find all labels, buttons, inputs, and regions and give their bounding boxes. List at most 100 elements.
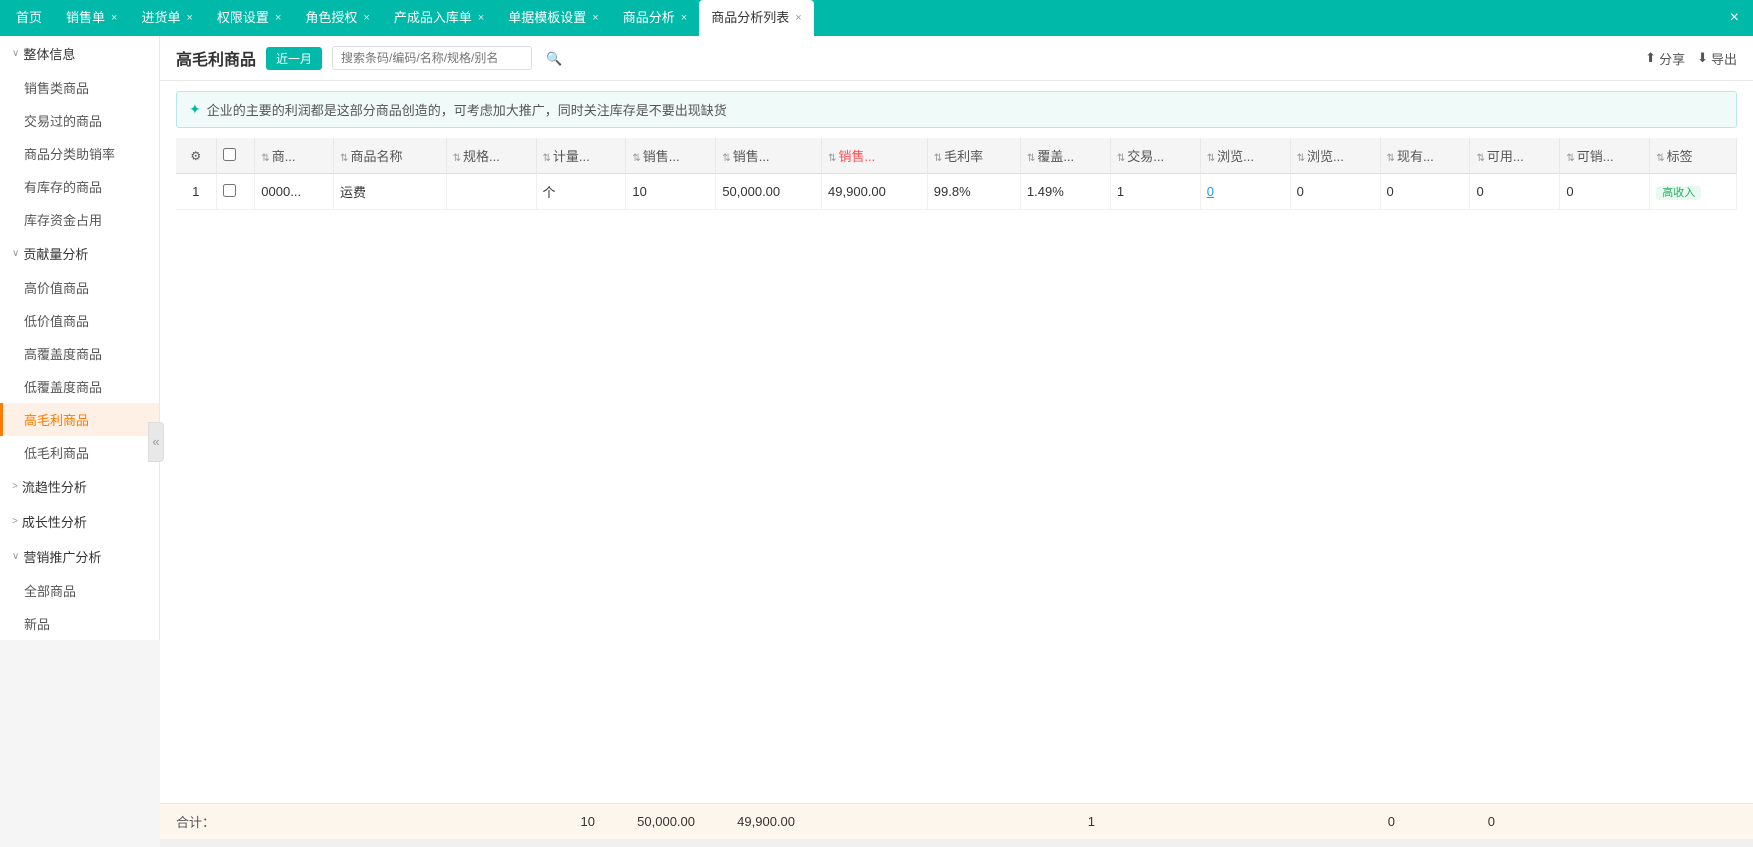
sidebar-item-high-margin[interactable]: 高毛利商品 xyxy=(0,403,159,436)
sidebar-group-trend[interactable]: > 流趋性分析 xyxy=(0,469,159,504)
sidebar-group-overall[interactable]: ∨ 整体信息 xyxy=(0,36,159,71)
close-product-inbound-tab[interactable]: × xyxy=(478,0,484,36)
sidebar-item-low-margin[interactable]: 低毛利商品 xyxy=(0,436,159,469)
footer-sales-amount: 50,000.00 xyxy=(615,814,695,829)
sidebar-group-marketing[interactable]: ∨ 营销推广分析 xyxy=(0,539,159,574)
col-gross-margin[interactable]: ⇅毛利率 xyxy=(927,138,1020,174)
col-sales-profit[interactable]: ⇅销售... xyxy=(822,138,928,174)
sidebar-item-all-goods[interactable]: 全部商品 xyxy=(0,574,159,607)
share-icon: ⬆ xyxy=(1645,50,1656,66)
sidebar-item-in-stock[interactable]: 有库存的商品 xyxy=(0,170,159,203)
col-sales-qty[interactable]: ⇅销售... xyxy=(626,138,716,174)
content-header: 高毛利商品 近一月 🔍 ⬆ 分享 ⬇ 导出 xyxy=(160,36,1753,81)
row-num: 1 xyxy=(176,174,216,210)
close-analysis-tab[interactable]: × xyxy=(681,0,687,36)
col-unit[interactable]: ⇅计量... xyxy=(536,138,626,174)
search-button[interactable]: 🔍 xyxy=(542,48,566,69)
table-container: ⚙ ⇅商... ⇅商品名称 ⇅规格... ⇅计量... ⇅销售... ⇅销售..… xyxy=(160,138,1753,803)
row-sales-qty: 10 xyxy=(626,174,716,210)
col-spec[interactable]: ⇅规格... xyxy=(446,138,536,174)
share-button[interactable]: ⬆ 分享 xyxy=(1645,49,1685,68)
row-available-stock: 0 xyxy=(1470,174,1560,210)
arrow-growth: > xyxy=(12,516,18,527)
close-purchase-tab[interactable]: × xyxy=(186,0,192,36)
export-button[interactable]: ⬇ 导出 xyxy=(1697,49,1737,68)
export-icon: ⬇ xyxy=(1697,50,1708,66)
top-nav: 首页 销售单 × 进货单 × 权限设置 × 角色授权 × 产成品入库单 × 单据… xyxy=(0,0,1753,36)
footer-totals-bar: 合计： 10 50,000.00 49,900.00 1 0 0 xyxy=(160,803,1753,839)
close-role-tab[interactable]: × xyxy=(363,0,369,36)
nav-tab-permission[interactable]: 权限设置 × xyxy=(205,0,293,36)
nav-tab-analysis-list[interactable]: 商品分析列表 × xyxy=(699,0,813,36)
row-views1[interactable]: 0 xyxy=(1200,174,1290,210)
close-sales-tab[interactable]: × xyxy=(111,0,117,36)
arrow-overall: ∨ xyxy=(12,48,19,59)
close-permission-tab[interactable]: × xyxy=(275,0,281,36)
sidebar: ∨ 整体信息 销售类商品 交易过的商品 商品分类助销率 有库存的商品 库存资金占… xyxy=(0,36,160,640)
col-transaction[interactable]: ⇅交易... xyxy=(1110,138,1200,174)
window-close-button[interactable]: × xyxy=(1720,9,1749,27)
nav-tab-sales[interactable]: 销售单 × xyxy=(54,0,129,36)
nav-tab-product-inbound[interactable]: 产成品入库单 × xyxy=(382,0,496,36)
table-header-row: ⚙ ⇅商... ⇅商品名称 ⇅规格... ⇅计量... ⇅销售... ⇅销售..… xyxy=(176,138,1737,174)
col-tag[interactable]: ⇅标签 xyxy=(1650,138,1737,174)
nav-tab-purchase[interactable]: 进货单 × xyxy=(129,0,204,36)
footer-transaction: 1 xyxy=(1015,814,1095,829)
close-template-tab[interactable]: × xyxy=(592,0,598,36)
col-coverage[interactable]: ⇅覆盖... xyxy=(1020,138,1110,174)
row-gross-margin: 99.8% xyxy=(927,174,1020,210)
row-unit: 个 xyxy=(536,174,626,210)
row-sales-profit: 49,900.00 xyxy=(822,174,928,210)
search-icon: 🔍 xyxy=(546,51,562,66)
sidebar-item-stock-capital[interactable]: 库存资金占用 xyxy=(0,203,159,236)
col-sales-amount[interactable]: ⇅销售... xyxy=(716,138,822,174)
filter-month-button[interactable]: 近一月 xyxy=(266,47,322,70)
col-sellable-stock[interactable]: ⇅可销... xyxy=(1560,138,1650,174)
sidebar-item-low-value[interactable]: 低价值商品 xyxy=(0,304,159,337)
nav-tab-role[interactable]: 角色授权 × xyxy=(293,0,381,36)
col-available-stock[interactable]: ⇅可用... xyxy=(1470,138,1560,174)
row-current-stock: 0 xyxy=(1380,174,1470,210)
row-checkbox[interactable] xyxy=(216,174,255,210)
col-views2[interactable]: ⇅浏览... xyxy=(1290,138,1380,174)
sidebar-item-new-goods[interactable]: 新品 xyxy=(0,607,159,640)
select-all-checkbox[interactable] xyxy=(223,148,236,161)
info-icon: ✦ xyxy=(189,101,201,118)
row-transaction: 1 xyxy=(1110,174,1200,210)
horizontal-scrollbar[interactable] xyxy=(160,839,1753,847)
sidebar-item-high-coverage[interactable]: 高覆盖度商品 xyxy=(0,337,159,370)
col-settings[interactable]: ⚙ xyxy=(176,138,216,174)
sidebar-group-growth[interactable]: > 成长性分析 xyxy=(0,504,159,539)
footer-current-stock: 0 xyxy=(1315,814,1395,829)
arrow-contribution: ∨ xyxy=(12,248,19,259)
nav-tab-template[interactable]: 单据模板设置 × xyxy=(496,0,610,36)
sidebar-item-sales-goods[interactable]: 销售类商品 xyxy=(0,71,159,104)
header-actions: ⬆ 分享 ⬇ 导出 xyxy=(1645,49,1737,68)
sidebar-item-low-coverage[interactable]: 低覆盖度商品 xyxy=(0,370,159,403)
col-code[interactable]: ⇅商... xyxy=(255,138,334,174)
col-views1[interactable]: ⇅浏览... xyxy=(1200,138,1290,174)
main-area: ∨ 整体信息 销售类商品 交易过的商品 商品分类助销率 有库存的商品 库存资金占… xyxy=(0,36,1753,847)
footer-label: 合计： xyxy=(176,812,215,831)
col-name[interactable]: ⇅商品名称 xyxy=(334,138,447,174)
sidebar-collapse-button[interactable]: « xyxy=(148,422,164,462)
footer-available-stock: 0 xyxy=(1415,814,1495,829)
sidebar-item-category-rate[interactable]: 商品分类助销率 xyxy=(0,137,159,170)
content-panel: 高毛利商品 近一月 🔍 ⬆ 分享 ⬇ 导出 ✦ 企业的主要的利润都是这部分商品创… xyxy=(160,36,1753,847)
search-input[interactable] xyxy=(332,46,532,70)
col-current-stock[interactable]: ⇅现有... xyxy=(1380,138,1470,174)
nav-tab-analysis[interactable]: 商品分析 × xyxy=(611,0,699,36)
arrow-marketing: ∨ xyxy=(12,551,19,562)
row-sellable-stock: 0 xyxy=(1560,174,1650,210)
footer-sales-qty: 10 xyxy=(515,814,595,829)
row-spec xyxy=(446,174,536,210)
table-row: 1 0000... 运费 个 10 50,000.00 49,900.00 99… xyxy=(176,174,1737,210)
row-code[interactable]: 0000... xyxy=(255,174,334,210)
row-select-checkbox[interactable] xyxy=(223,184,236,197)
close-analysis-list-tab[interactable]: × xyxy=(795,0,801,36)
row-sales-amount: 50,000.00 xyxy=(716,174,822,210)
sidebar-item-high-value[interactable]: 高价值商品 xyxy=(0,271,159,304)
sidebar-item-traded-goods[interactable]: 交易过的商品 xyxy=(0,104,159,137)
sidebar-group-contribution[interactable]: ∨ 贡献量分析 xyxy=(0,236,159,271)
nav-tab-home[interactable]: 首页 xyxy=(4,0,54,36)
